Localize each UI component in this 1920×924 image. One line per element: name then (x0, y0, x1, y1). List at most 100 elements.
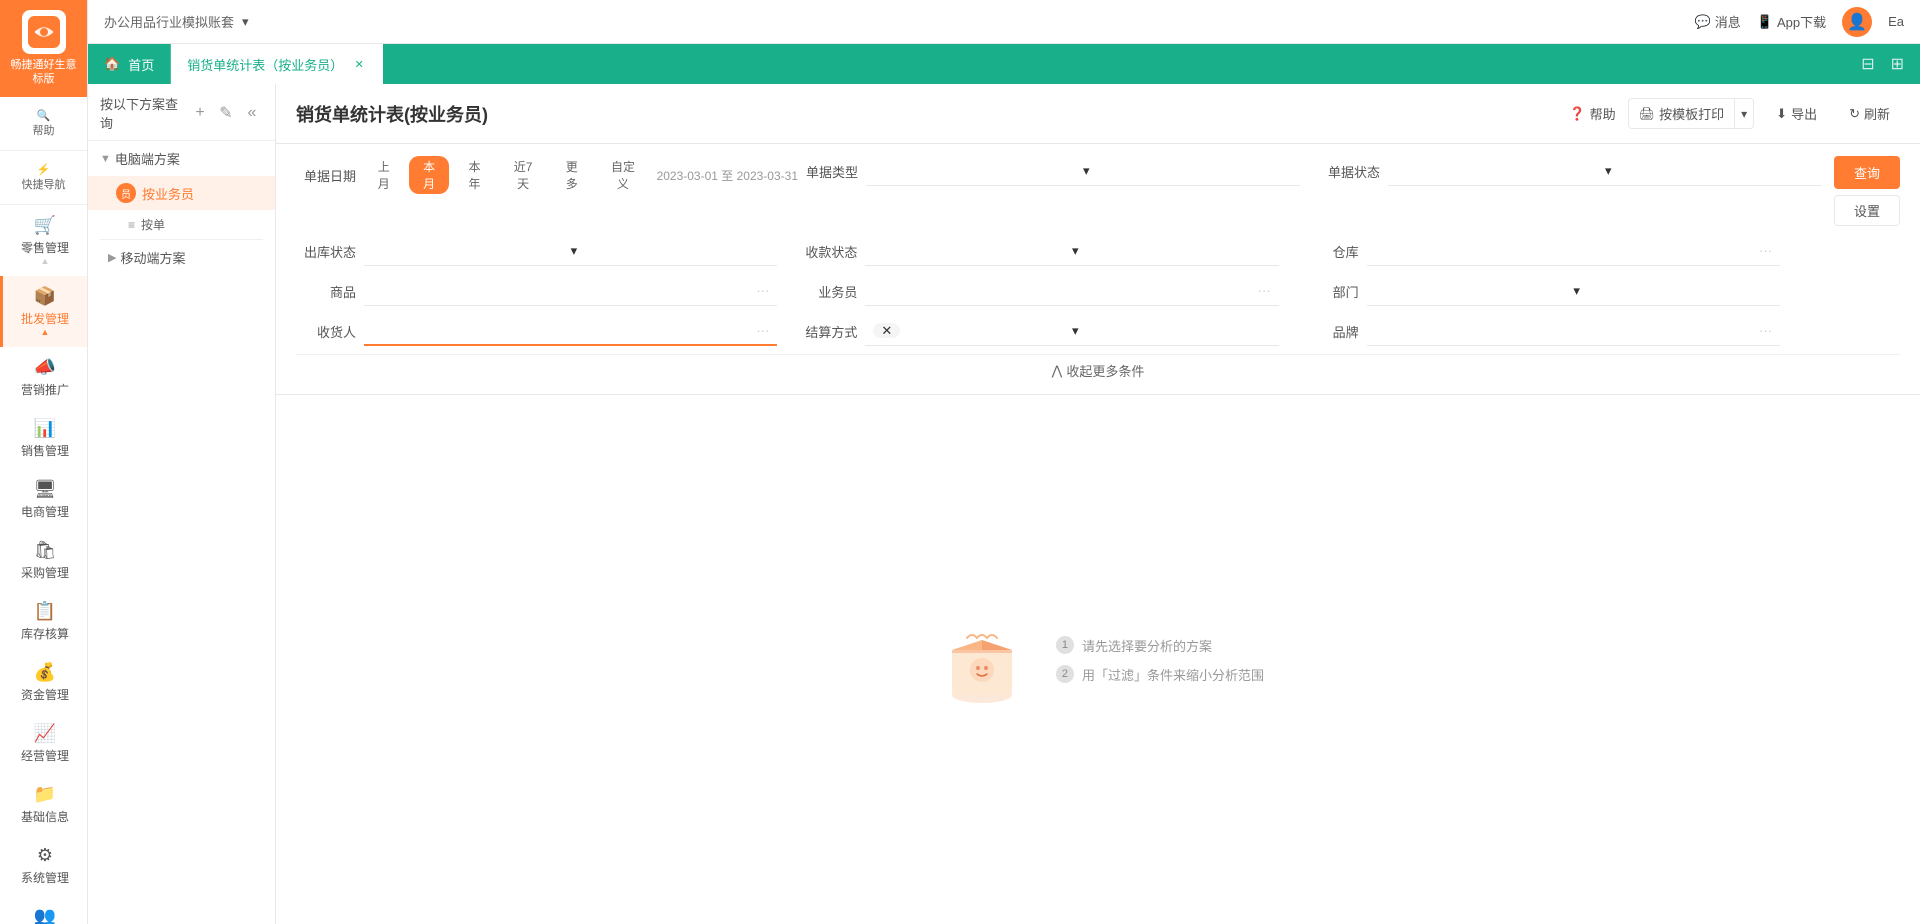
message-button[interactable]: 💬 消息 (1695, 12, 1741, 31)
date-label: 单据日期 (296, 166, 356, 185)
out-status-select[interactable]: ▾ (364, 236, 777, 266)
content-area: 1 请先选择要分析的方案 2 用「过滤」条件来缩小分析范围 (276, 395, 1920, 924)
department-select[interactable]: ▾ (1367, 276, 1780, 306)
print-button[interactable]: 🖨 按模板打印 (1629, 99, 1736, 128)
warehouse-input-field[interactable] (1375, 243, 1759, 258)
sidebar-item-marketing[interactable]: 📣 营销推广 (0, 347, 87, 408)
tab-sales-stat-label: 销货单统计表（按业务员） (187, 55, 343, 74)
app-title-dropdown[interactable]: ▾ (242, 14, 249, 30)
goods-input-field[interactable] (372, 283, 756, 298)
user-avatar[interactable]: 👤 (1842, 7, 1872, 37)
scheme-item-salesman[interactable]: 员 按业务员 (88, 176, 275, 210)
salesman-ellipsis[interactable]: ··· (1258, 283, 1271, 298)
help-button[interactable]: ❓ 帮助 (1569, 104, 1615, 123)
sidebar-item-label: 库存核算 (21, 625, 69, 642)
goods-ellipsis[interactable]: ··· (756, 283, 769, 298)
brand-input[interactable]: ··· (1367, 316, 1780, 346)
warehouse-input[interactable]: ··· (1367, 236, 1780, 266)
pc-scheme-group-title[interactable]: ▼ 电脑端方案 (88, 141, 275, 176)
sidebar-item-ecommerce[interactable]: 🖥 电商管理 (0, 469, 87, 530)
goods-input[interactable]: ··· (364, 276, 777, 306)
add-icon: + (195, 104, 204, 122)
quick-nav-button[interactable]: ⚡ 快捷导航 (0, 157, 87, 198)
payment-status-select[interactable]: ▾ (865, 236, 1278, 266)
filter-cell-payment-status: 收款状态 ▾ (797, 236, 1298, 266)
sidebar-item-sales[interactable]: 📊 销售管理 (0, 408, 87, 469)
tab-minimize-button[interactable]: ⊟ (1853, 50, 1882, 78)
doc-type-select[interactable]: ▾ (866, 156, 1300, 186)
page-title: 销货单统计表(按业务员) (296, 101, 488, 141)
tip-num-2: 2 (1056, 665, 1074, 683)
empty-tips: 1 请先选择要分析的方案 2 用「过滤」条件来缩小分析范围 (1056, 636, 1264, 684)
sidebar-item-wholesale[interactable]: 📦 批发管理 ▲ (0, 276, 87, 347)
tab-close-button[interactable]: ✕ (351, 56, 367, 72)
search-icon: 🔍 (37, 109, 51, 122)
logo[interactable]: 畅捷通好生意标版 (0, 0, 87, 97)
sidebar-item-basic-info[interactable]: 📁 基础信息 (0, 774, 87, 835)
sidebar: 畅捷通好生意标版 🔍 帮助 ⚡ 快捷导航 🛒 零售管理 ▲ 📦 批发管理 ▲ 📣… (0, 0, 88, 924)
filter-row-3: 商品 ··· 业务员 ··· 部门 (296, 276, 1900, 306)
filter-cell-date: 单据日期 上月 本月 本年 近7天 更多 自定义 2023-03-01 至 20… (296, 156, 798, 194)
edit-icon: ✎ (219, 103, 232, 123)
out-status-label: 出库状态 (296, 242, 356, 261)
warehouse-ellipsis[interactable]: ··· (1759, 243, 1772, 258)
user-name[interactable]: Ea (1888, 14, 1904, 29)
sidebar-item-retail[interactable]: 🛒 零售管理 ▲ (0, 205, 87, 276)
tip-num-1: 1 (1056, 636, 1074, 654)
app-download-button[interactable]: 📱 App下载 (1757, 12, 1826, 31)
consignee-input[interactable]: ··· (364, 316, 777, 346)
doc-status-select[interactable]: ▾ (1388, 156, 1822, 186)
filter-row-2: 出库状态 ▾ 收款状态 ▾ 仓库 (296, 236, 1900, 266)
date-tab-last-7days[interactable]: 近7天 (500, 156, 546, 194)
collapse-filter-button[interactable]: ⋀ 收起更多条件 (296, 354, 1900, 382)
tab-maximize-button[interactable]: ⊞ (1883, 50, 1912, 78)
sidebar-item-operations[interactable]: 📈 经营管理 (0, 713, 87, 774)
brand-ellipsis[interactable]: ··· (1759, 323, 1772, 338)
export-button[interactable]: ⬇ 导出 (1766, 99, 1827, 128)
date-tab-last-month[interactable]: 上月 (364, 156, 403, 194)
settlement-select[interactable]: ✕ ▾ (865, 316, 1278, 346)
system-icon: ⚙ (37, 845, 53, 866)
date-tab-more[interactable]: 更多 (552, 156, 591, 194)
sidebar-item-inventory[interactable]: 📋 库存核算 (0, 591, 87, 652)
edit-scheme-button[interactable]: ✎ (215, 102, 237, 124)
sidebar-item-label: 批发管理 (21, 310, 69, 327)
inventory-icon: 📋 (34, 601, 56, 622)
page-header: 销货单统计表(按业务员) ❓ 帮助 🖨 按模板打印 ▾ (276, 84, 1920, 144)
help-icon: ❓ (1569, 106, 1585, 122)
dropdown-arrow-icon: ▾ (242, 14, 249, 30)
filter-cell-department: 部门 ▾ (1299, 276, 1780, 306)
add-scheme-button[interactable]: + (189, 102, 211, 124)
sidebar-item-system[interactable]: ⚙ 系统管理 (0, 835, 87, 896)
sidebar-item-finance[interactable]: 💰 资金管理 (0, 652, 87, 713)
date-tab-this-month[interactable]: 本月 (409, 156, 448, 194)
nav-icon: ⚡ (37, 163, 51, 176)
collapse-panel-button[interactable]: « (241, 102, 263, 124)
filter-cell-salesman: 业务员 ··· (797, 276, 1298, 306)
help-label: 帮助 (1590, 104, 1616, 123)
tab-sales-stat[interactable]: 销货单统计表（按业务员） ✕ (171, 44, 383, 84)
scheme-subitem-order[interactable]: ≡ 按单 (88, 210, 275, 239)
query-button[interactable]: 查询 (1834, 156, 1900, 189)
search-menu-button[interactable]: 🔍 帮助 (6, 105, 81, 142)
date-tab-this-year[interactable]: 本年 (455, 156, 494, 194)
consignee-input-field[interactable] (372, 323, 756, 338)
settings-button[interactable]: 设置 (1834, 195, 1900, 226)
salesman-input-field[interactable] (873, 283, 1257, 298)
tab-home[interactable]: 🏠 首页 (88, 44, 171, 84)
print-dropdown-button[interactable]: ▾ (1735, 102, 1753, 126)
sidebar-item-enterprise[interactable]: 👥 企业协同 (0, 896, 87, 924)
consignee-ellipsis[interactable]: ··· (756, 323, 769, 338)
salesman-input[interactable]: ··· (865, 276, 1278, 306)
payment-status-arrow: ▾ (1072, 243, 1271, 259)
sidebar-item-purchase[interactable]: 🛍 采购管理 (0, 530, 87, 591)
consignee-label: 收货人 (296, 322, 356, 341)
print-arrow-icon: ▾ (1741, 107, 1747, 121)
settlement-tag-close[interactable]: ✕ (881, 324, 892, 337)
department-label: 部门 (1299, 282, 1359, 301)
mobile-scheme-group-title[interactable]: ▶ 移动端方案 (88, 240, 275, 275)
brand-input-field[interactable] (1375, 323, 1759, 338)
date-tab-custom[interactable]: 自定义 (597, 156, 648, 194)
tabbar-actions: ⊟ ⊞ (1853, 50, 1920, 78)
refresh-button[interactable]: ↻ 刷新 (1839, 99, 1900, 128)
